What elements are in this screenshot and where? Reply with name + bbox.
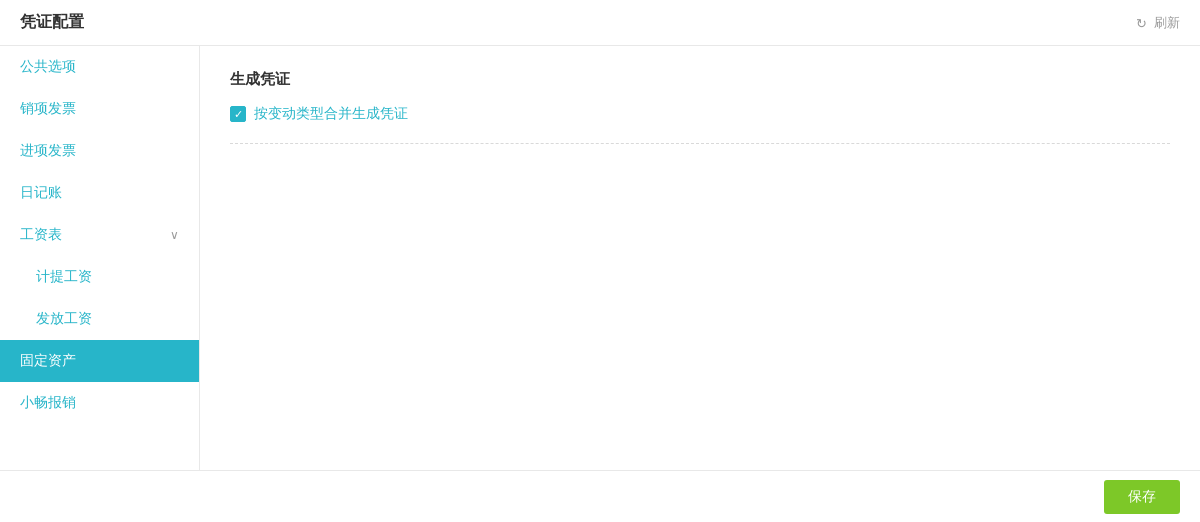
sidebar-item-label: 销项发票: [20, 100, 76, 118]
refresh-label: 刷新: [1154, 14, 1180, 32]
sidebar-item-label: 计提工资: [36, 268, 92, 286]
chevron-down-icon: ∨: [170, 228, 179, 242]
sidebar-item-journal[interactable]: 日记账: [0, 172, 199, 214]
footer: 保存: [0, 470, 1200, 522]
page-title: 凭证配置: [20, 12, 84, 33]
section-title: 生成凭证: [230, 70, 1170, 89]
sidebar-item-payroll[interactable]: 工资表 ∨: [0, 214, 199, 256]
sidebar-item-distribute[interactable]: 发放工资: [0, 298, 199, 340]
sidebar-item-commission[interactable]: 计提工资: [0, 256, 199, 298]
merge-checkbox[interactable]: ✓: [230, 106, 246, 122]
page-wrapper: 凭证配置 ↻ 刷新 公共选项销项发票进项发票日记账工资表 ∨ 计提工资发放工资固定资…: [0, 0, 1200, 522]
sidebar-item-label: 固定资产: [20, 352, 76, 370]
checkbox-label[interactable]: 按变动类型合并生成凭证: [254, 105, 408, 123]
sidebar-item-public[interactable]: 公共选项: [0, 46, 199, 88]
sidebar-item-label: 日记账: [20, 184, 62, 202]
sidebar-item-label: 进项发票: [20, 142, 76, 160]
section-divider: [230, 143, 1170, 144]
sidebar-item-label: 小畅报销: [20, 394, 76, 412]
header: 凭证配置 ↻ 刷新: [0, 0, 1200, 46]
refresh-icon: ↻: [1136, 16, 1150, 30]
sidebar-item-sales-invoice[interactable]: 销项发票: [0, 88, 199, 130]
sidebar-item-label: 公共选项: [20, 58, 76, 76]
checkmark-icon: ✓: [234, 109, 243, 120]
sidebar-item-fixed-assets[interactable]: 固定资产: [0, 340, 199, 382]
sidebar-item-label: 工资表: [20, 226, 62, 244]
checkbox-row: ✓ 按变动类型合并生成凭证: [230, 105, 1170, 123]
sidebar-item-purchase-invoice[interactable]: 进项发票: [0, 130, 199, 172]
sidebar-item-expense[interactable]: 小畅报销: [0, 382, 199, 424]
sidebar-item-label: 发放工资: [36, 310, 92, 328]
sidebar: 公共选项销项发票进项发票日记账工资表 ∨ 计提工资发放工资固定资产小畅报销: [0, 46, 200, 470]
content-area: 生成凭证 ✓ 按变动类型合并生成凭证: [200, 46, 1200, 470]
save-button[interactable]: 保存: [1104, 480, 1180, 514]
main-layout: 公共选项销项发票进项发票日记账工资表 ∨ 计提工资发放工资固定资产小畅报销 生成凭证…: [0, 46, 1200, 470]
refresh-button[interactable]: ↻ 刷新: [1136, 14, 1180, 32]
